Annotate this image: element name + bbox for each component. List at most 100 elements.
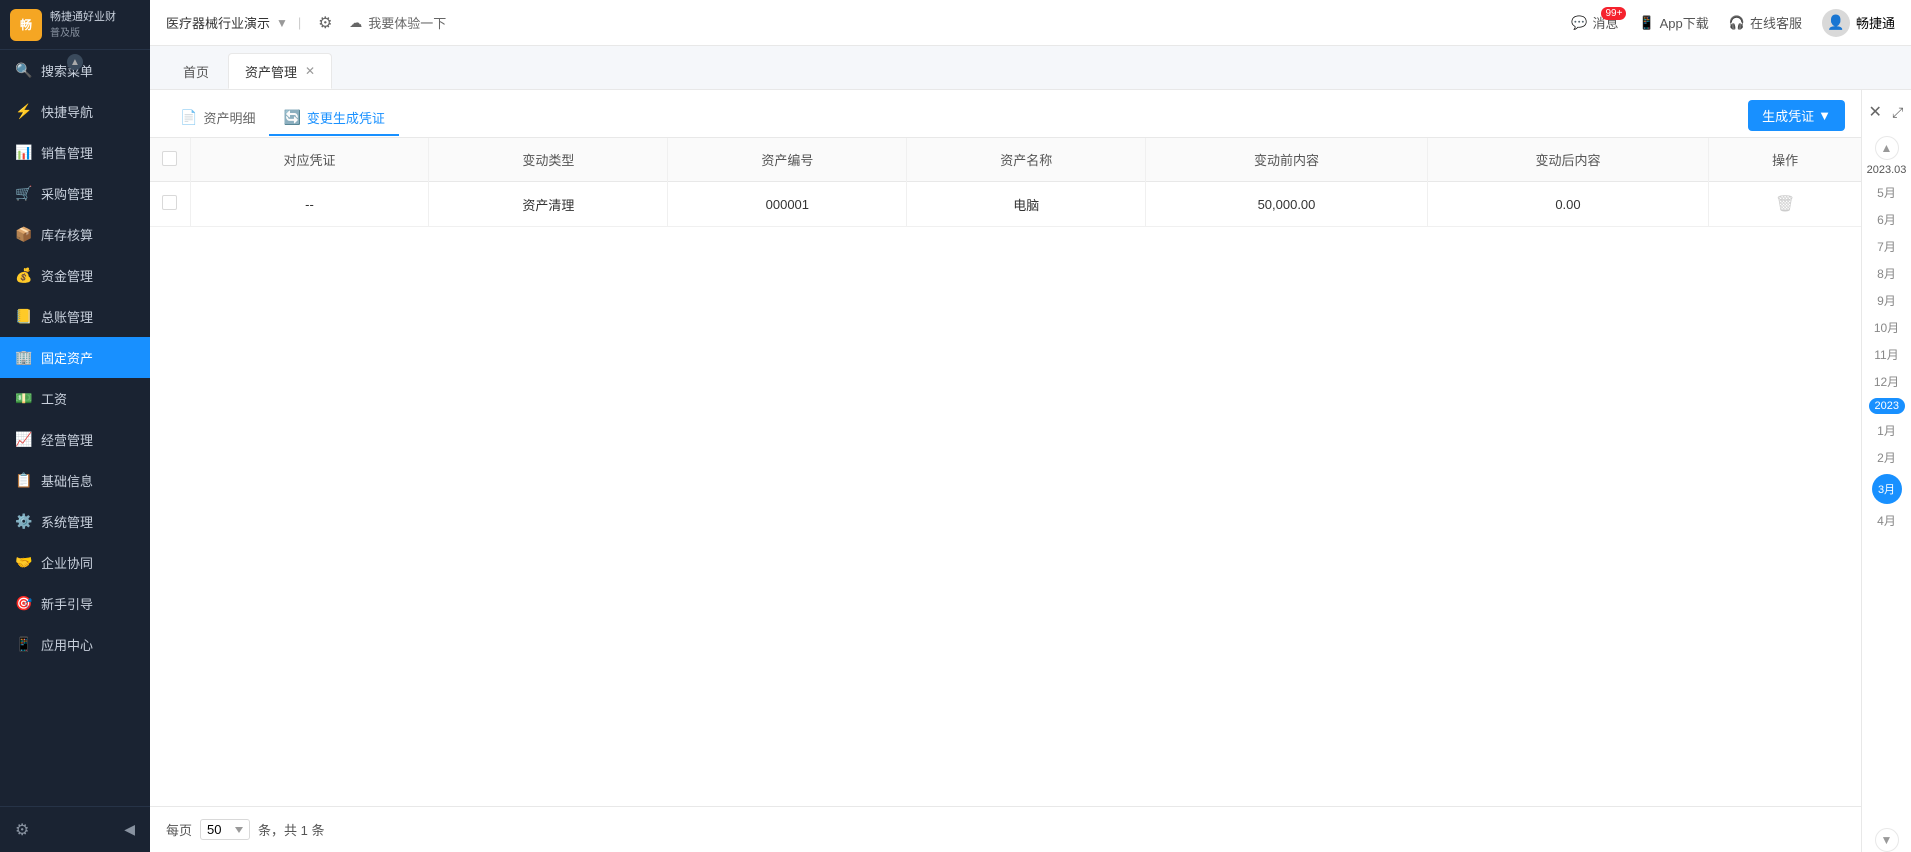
panel-close-icon[interactable]: ✕ [1866,98,1885,126]
logo-text: 畅捷通好业财 普及版 [50,10,116,39]
panel-year-badge[interactable]: 2023 [1869,398,1905,414]
col-asset-name: 资产名称 [907,138,1146,182]
col-checkbox [150,138,190,182]
inner-tabbar: 📄 资产明细 🔄 变更生成凭证 生成凭证 ▼ [150,90,1861,138]
sidebar-item-purchase[interactable]: 🛒 采购管理 [0,173,150,214]
panel-month-6[interactable]: 6月 [1862,207,1911,232]
cloud-icon: ☁ [349,15,362,31]
panel-month-1[interactable]: 1月 [1862,418,1911,443]
sidebar-item-inventory[interactable]: 📦 库存核算 [0,214,150,255]
sales-icon: 📊 [15,144,33,162]
appstore-icon: 📱 [15,636,33,654]
sidebar-item-quicknav[interactable]: ⚡ 快捷导航 [0,91,150,132]
dropdown-arrow-icon: ▼ [1818,108,1831,123]
topbar-separator: | [298,15,301,30]
sidebar-item-basic[interactable]: 📋 基础信息 [0,460,150,501]
salary-icon: 💵 [15,390,33,408]
sidebar-logo: 畅 畅捷通好业财 普及版 [0,0,150,50]
cell-after-change: 0.00 [1427,182,1708,227]
panel-month-12[interactable]: 12月 [1862,369,1911,394]
tabbar: 首页 资产管理 ✕ [150,46,1911,90]
sidebar-menu: 🔍 搜索菜单 ⚡ 快捷导航 📊 销售管理 🛒 采购管理 📦 库存核算 💰 资金管… [0,50,150,806]
cell-change-type: 资产清理 [429,182,668,227]
change-tab-icon: 🔄 [283,109,300,126]
topbar-app-download[interactable]: 📱 App下载 [1638,13,1708,32]
tab-assets[interactable]: 资产管理 ✕ [228,53,332,89]
panel-month-2[interactable]: 2月 [1862,445,1911,470]
message-icon: 💬 [1571,15,1587,31]
panel-month-11[interactable]: 11月 [1862,342,1911,367]
sidebar: 畅 畅捷通好业财 普及版 ▲ 🔍 搜索菜单 ⚡ 快捷导航 📊 销售管理 🛒 采购… [0,0,150,852]
sidebar-item-ledger[interactable]: 📒 总账管理 [0,296,150,337]
topbar-messages[interactable]: 💬 消息 99+ [1571,13,1618,32]
list-tab-icon: 📄 [180,109,197,126]
sidebar-item-cooperation[interactable]: 🤝 企业协同 [0,542,150,583]
guide-icon: 🎯 [15,595,33,613]
row-checkbox[interactable] [162,195,177,210]
panel-scroll-up[interactable]: ▲ [1875,136,1899,160]
topbar-feedback[interactable]: ☁ 我要体验一下 [349,13,446,32]
row-checkbox-cell [150,182,190,227]
basic-icon: 📋 [15,472,33,490]
sidebar-item-appstore[interactable]: 📱 应用中心 [0,624,150,665]
col-asset-code: 资产编号 [668,138,907,182]
table-wrapper: 对应凭证 变动类型 资产编号 资产名称 [150,138,1861,806]
cell-voucher: -- [190,182,429,227]
panel-month-4[interactable]: 4月 [1862,508,1911,533]
cell-asset-name: 电脑 [907,182,1146,227]
right-panel: ✕ ⤢ ▲ 2023.03 5月 6月 7月 8月 9月 10月 11月 12月… [1861,90,1911,852]
generate-voucher-button[interactable]: 生成凭证 ▼ [1748,100,1845,131]
panel-month-7[interactable]: 7月 [1862,234,1911,259]
panel-month-10[interactable]: 10月 [1862,315,1911,340]
cell-before-change: 50,000.00 [1146,182,1427,227]
inner-tab-list[interactable]: 📄 资产明细 [166,102,269,136]
sidebar-collapse-icon[interactable]: ◀ [124,821,135,838]
cell-asset-code: 000001 [668,182,907,227]
system-icon: ⚙️ [15,513,33,531]
row-delete-icon[interactable]: 🗑 [1775,196,1795,213]
sidebar-item-guide[interactable]: 🎯 新手引导 [0,583,150,624]
inner-tab-actions: 生成凭证 ▼ [1748,100,1845,137]
inventory-icon: 📦 [15,226,33,244]
topbar-customer-service[interactable]: 🎧 在线客服 [1729,13,1802,32]
cooperation-icon: 🤝 [15,554,33,572]
panel-month-9[interactable]: 9月 [1862,288,1911,313]
panel-scroll-down[interactable]: ▼ [1875,828,1899,852]
sidebar-item-salary[interactable]: 💵 工资 [0,378,150,419]
page-size-select[interactable]: 10 20 50 100 [200,819,250,840]
topbar-settings-icon[interactable]: ⚙ [311,9,339,37]
sidebar-scroll-up[interactable]: ▲ [67,54,83,70]
topbar-user[interactable]: 👤 畅捷通 [1822,9,1895,37]
sidebar-item-system[interactable]: ⚙️ 系统管理 [0,501,150,542]
change-table: 对应凭证 变动类型 资产编号 资产名称 [150,138,1861,227]
sidebar-settings-icon[interactable]: ⚙ [15,820,29,840]
purchase-icon: 🛒 [15,185,33,203]
panel-active-month[interactable]: 3月 [1872,474,1902,504]
inner-tab-change[interactable]: 🔄 变更生成凭证 [269,102,398,136]
panel-expand-icon[interactable]: ⤢ [1889,98,1908,126]
company-dropdown-icon: ▼ [276,16,288,30]
tab-close-icon[interactable]: ✕ [305,64,315,78]
company-selector[interactable]: 医疗器械行业演示 ▼ [166,13,288,32]
col-operation: 操作 [1709,138,1861,182]
col-voucher: 对应凭证 [190,138,429,182]
sidebar-item-assets[interactable]: 🏢 固定资产 [0,337,150,378]
sidebar-item-funds[interactable]: 💰 资金管理 [0,255,150,296]
topbar-right: 💬 消息 99+ 📱 App下载 🎧 在线客服 👤 畅捷通 [1571,9,1895,37]
select-all-checkbox[interactable] [162,151,177,166]
pagination: 每页 10 20 50 100 条，共 1 条 [150,806,1861,852]
panel-month-5[interactable]: 5月 [1862,180,1911,205]
content-area: 📄 资产明细 🔄 变更生成凭证 生成凭证 ▼ [150,90,1861,852]
tab-home[interactable]: 首页 [166,53,226,89]
sidebar-item-management[interactable]: 📈 经营管理 [0,419,150,460]
sidebar-item-sales[interactable]: 📊 销售管理 [0,132,150,173]
sidebar-bottom: ⚙ ◀ [0,806,150,852]
col-after-change: 变动后内容 [1427,138,1708,182]
panel-month-8[interactable]: 8月 [1862,261,1911,286]
funds-icon: 💰 [15,267,33,285]
topbar-left: 医疗器械行业演示 ▼ | ⚙ ☁ 我要体验一下 [166,9,446,37]
search-icon: 🔍 [15,62,33,80]
assets-icon: 🏢 [15,349,33,367]
headset-icon: 🎧 [1729,15,1745,31]
ledger-icon: 📒 [15,308,33,326]
